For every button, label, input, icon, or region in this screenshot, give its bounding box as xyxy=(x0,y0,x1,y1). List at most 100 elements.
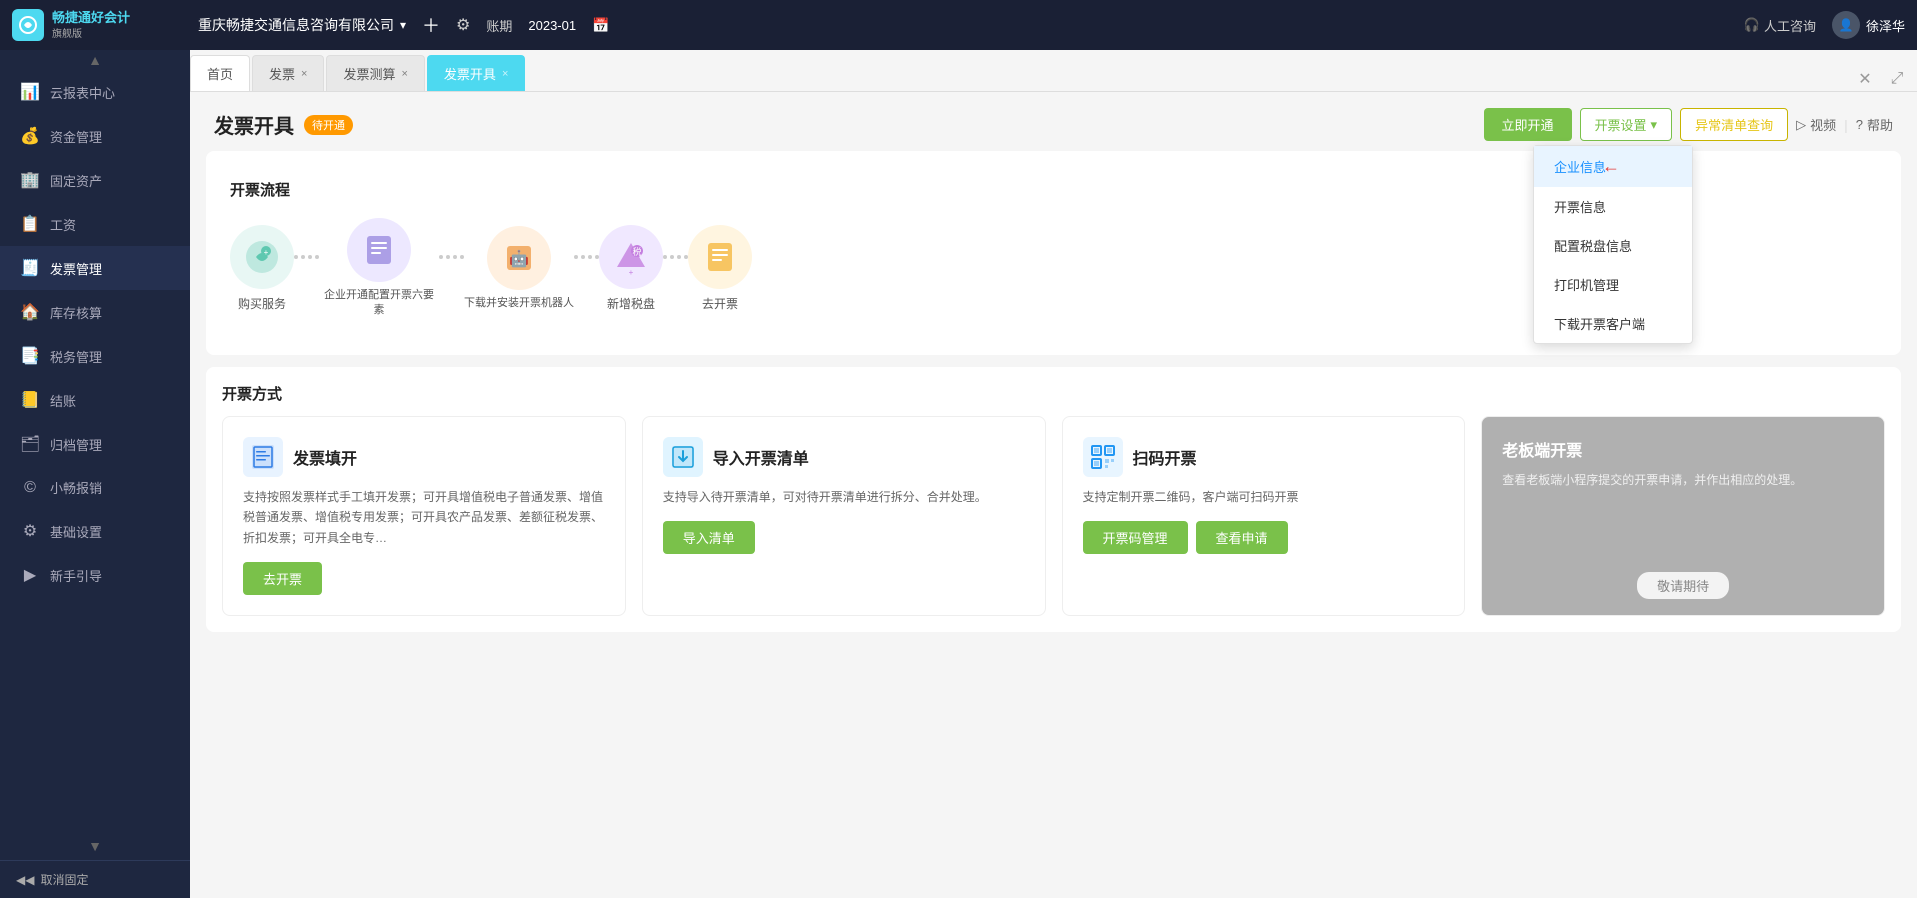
tax-icon: 📑 xyxy=(20,346,40,366)
method-fill-desc: 支持按照发票样式手工填开发票；可开具增值税电子普通发票、增值税普通发票、增值税专… xyxy=(243,487,605,548)
settings-dropdown-menu: 企业信息 ← 开票信息 配置税盘信息 打印机管理 xyxy=(1533,145,1693,344)
settlement-icon: 📒 xyxy=(20,390,40,410)
sidebar-label-inventory: 库存核算 xyxy=(50,303,102,322)
status-badge: 待开通 xyxy=(304,115,353,135)
page-title: 发票开具 xyxy=(214,110,294,139)
tab-invoice-label: 发票 xyxy=(269,64,295,83)
tab-invoice[interactable]: 发票 × xyxy=(252,55,324,91)
app-title: 畅捷通好会计 xyxy=(52,10,130,26)
company-name: 重庆畅捷交通信息咨询有限公司 xyxy=(198,15,394,35)
method-import-button[interactable]: 导入清单 xyxy=(663,521,755,554)
help-button[interactable]: ? 帮助 xyxy=(1856,115,1893,134)
sidebar-label-guide: 新手引导 xyxy=(50,566,102,585)
svg-text:+: + xyxy=(264,248,269,257)
settings-icon[interactable]: ⚙ xyxy=(456,15,470,35)
sidebar-scroll-up[interactable]: ▲ xyxy=(0,50,190,70)
tab-invoice-open-close[interactable]: × xyxy=(502,68,508,80)
question-icon: ? xyxy=(1856,117,1863,132)
method-scan-desc: 支持定制开票二维码，客户端可扫码开票 xyxy=(1083,487,1445,507)
divider: | xyxy=(1844,117,1848,133)
svg-text:🤖: 🤖 xyxy=(509,249,529,268)
settings-button-label: 开票设置 xyxy=(1595,115,1647,134)
company-selector[interactable]: 重庆畅捷交通信息咨询有限公司 ▾ xyxy=(198,15,406,35)
pending-badge: 敬请期待 xyxy=(1637,572,1729,599)
flow-connector-1 xyxy=(294,255,319,259)
help-label: 帮助 xyxy=(1867,115,1893,134)
step-open-label: 去开票 xyxy=(702,295,738,312)
settings-button[interactable]: 开票设置 ▾ xyxy=(1580,108,1673,141)
video-button[interactable]: ▷ 视频 xyxy=(1796,115,1836,134)
flow-step-open: 去开票 xyxy=(688,225,752,312)
sidebar-item-archive[interactable]: 🗂 归档管理 xyxy=(0,422,190,466)
maximize-button[interactable]: ⤢ xyxy=(1885,67,1909,91)
svg-text:税: 税 xyxy=(632,246,641,257)
sidebar-cancel-fixed[interactable]: ◀◀ 取消固定 xyxy=(0,860,190,898)
tab-invoice-calc-close[interactable]: × xyxy=(401,68,407,80)
method-fill-title: 发票填开 xyxy=(293,445,357,469)
sidebar-item-payroll[interactable]: 📋 工资 xyxy=(0,202,190,246)
sidebar-item-cloud-report[interactable]: 📊 云报表中心 xyxy=(0,70,190,114)
tab-home[interactable]: 首页 xyxy=(190,55,250,91)
exception-button[interactable]: 异常清单查询 xyxy=(1680,108,1788,141)
play-icon: ▷ xyxy=(1796,117,1806,133)
sidebar-label-payroll: 工资 xyxy=(50,215,76,234)
dropdown-item-download-client[interactable]: 下载开票客户端 xyxy=(1534,304,1692,343)
step-config-label: 企业开通配置开票六要素 xyxy=(319,288,439,319)
sidebar-item-basic[interactable]: ⚙ 基础设置 xyxy=(0,509,190,553)
cancel-fixed-label: 取消固定 xyxy=(40,871,88,888)
tab-invoice-calc[interactable]: 发票测算 × xyxy=(326,55,424,91)
basic-icon: ⚙ xyxy=(20,521,40,541)
add-button[interactable]: ＋ xyxy=(422,12,440,38)
sidebar-item-invoice-mgmt[interactable]: 🧾 发票管理 xyxy=(0,246,190,290)
sidebar-item-fund[interactable]: 💰 资金管理 xyxy=(0,114,190,158)
flow-connector-3 xyxy=(574,255,599,259)
dropdown-item-company-info[interactable]: 企业信息 ← xyxy=(1534,146,1692,187)
user-area[interactable]: 👤 徐泽华 xyxy=(1832,11,1905,39)
headset-icon: 🎧 xyxy=(1744,17,1760,33)
period-value: 2023-01 xyxy=(528,18,576,33)
step-download-icon: 🤖 xyxy=(487,226,551,290)
sidebar-item-expense[interactable]: © 小畅报销 xyxy=(0,466,190,509)
sidebar-label-expense: 小畅报销 xyxy=(50,478,102,497)
step-buy-label: 购买服务 xyxy=(238,295,286,312)
sidebar-item-settlement[interactable]: 📒 结账 xyxy=(0,378,190,422)
period-label: 账期 xyxy=(486,16,512,35)
method-scan-button1[interactable]: 开票码管理 xyxy=(1083,521,1188,554)
method-import-title: 导入开票清单 xyxy=(713,445,809,469)
cancel-fixed-icon: ◀◀ xyxy=(16,873,34,887)
dropdown-item-invoice-info[interactable]: 开票信息 xyxy=(1534,187,1692,226)
video-label: 视频 xyxy=(1810,115,1836,134)
method-import-icon xyxy=(663,437,703,477)
support-button[interactable]: 🎧 人工咨询 xyxy=(1744,16,1816,35)
close-tab-button[interactable]: ✕ xyxy=(1853,67,1877,91)
sidebar-label-tax: 税务管理 xyxy=(50,347,102,366)
sidebar-item-tax[interactable]: 📑 税务管理 xyxy=(0,334,190,378)
method-fill-button[interactable]: 去开票 xyxy=(243,562,322,595)
method-card-boss: 老板端开票 查看老板端小程序提交的开票申请，并作出相应的处理。 敬请期待 xyxy=(1481,416,1885,616)
activate-button[interactable]: 立即开通 xyxy=(1484,108,1572,141)
calendar-icon[interactable]: 📅 xyxy=(592,17,609,34)
invoice-mgmt-icon: 🧾 xyxy=(20,258,40,278)
sidebar-label-fixed-assets: 固定资产 xyxy=(50,171,102,190)
company-info-label: 企业信息 xyxy=(1554,157,1606,176)
tab-invoice-open-label: 发票开具 xyxy=(444,64,496,83)
logo-area: 畅捷通好会计 旗舰版 xyxy=(12,9,182,41)
invoice-info-label: 开票信息 xyxy=(1554,200,1606,215)
dropdown-item-printer[interactable]: 打印机管理 xyxy=(1534,265,1692,304)
tab-invoice-open[interactable]: 发票开具 × xyxy=(427,55,525,91)
method-import-desc: 支持导入待开票清单，可对待开票清单进行拆分、合并处理。 xyxy=(663,487,1025,507)
flow-step-tax: 税 + 新增税盘 xyxy=(599,225,663,312)
app-subtitle: 旗舰版 xyxy=(52,25,130,40)
tab-invoice-close[interactable]: × xyxy=(301,68,307,80)
method-scan-icon xyxy=(1083,437,1123,477)
dropdown-item-tax-config[interactable]: 配置税盘信息 xyxy=(1534,226,1692,265)
sidebar-item-fixed-assets[interactable]: 🏢 固定资产 xyxy=(0,158,190,202)
sidebar-item-guide[interactable]: ▶ 新手引导 xyxy=(0,553,190,597)
method-scan-button2[interactable]: 查看申请 xyxy=(1196,521,1288,554)
printer-label: 打印机管理 xyxy=(1554,278,1619,293)
fund-icon: 💰 xyxy=(20,126,40,146)
sidebar-label-invoice-mgmt: 发票管理 xyxy=(50,259,102,278)
sidebar-scroll-down[interactable]: ▼ xyxy=(0,832,190,860)
sidebar-item-inventory[interactable]: 🏠 库存核算 xyxy=(0,290,190,334)
payroll-icon: 📋 xyxy=(20,214,40,234)
